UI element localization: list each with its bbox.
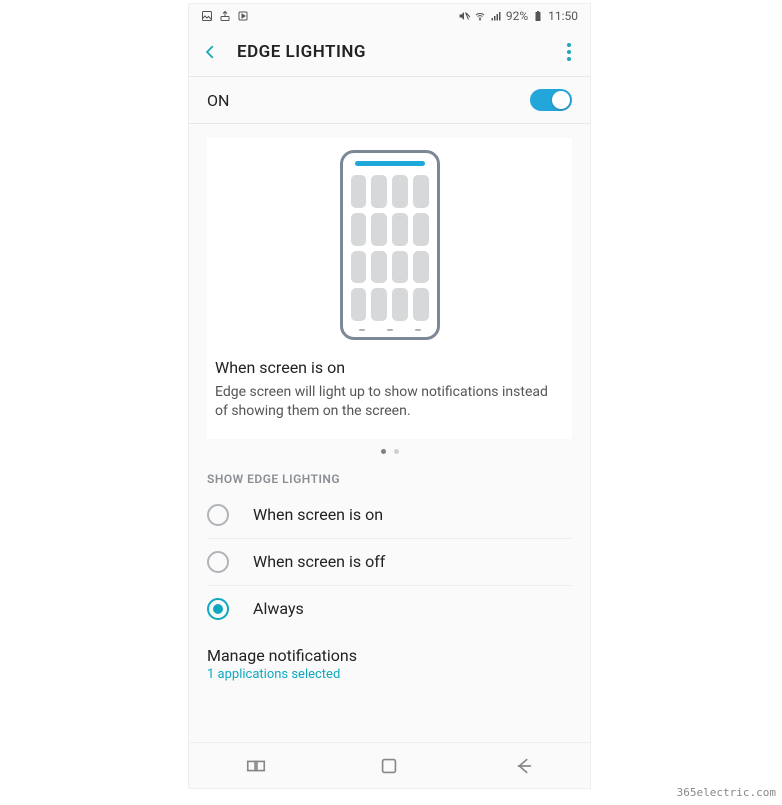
radio-icon <box>207 551 229 573</box>
master-toggle-switch[interactable] <box>530 89 572 111</box>
radio-label: When screen is off <box>253 552 385 571</box>
signal-icon <box>490 10 502 22</box>
mute-icon <box>458 10 470 22</box>
battery-icon <box>532 10 544 22</box>
page-title: EDGE LIGHTING <box>237 42 542 62</box>
radio-option-always[interactable]: Always <box>207 586 572 632</box>
wifi-icon <box>474 10 486 22</box>
nav-bar <box>189 742 590 788</box>
radio-option-screen-on[interactable]: When screen is on <box>207 492 572 539</box>
manage-notifications-row[interactable]: Manage notifications 1 applications sele… <box>189 632 590 692</box>
section-header: SHOW EDGE LIGHTING <box>189 458 590 492</box>
radio-icon <box>207 598 229 620</box>
illustration-card[interactable]: When screen is on Edge screen will light… <box>207 138 572 439</box>
overflow-menu-button[interactable] <box>560 43 578 61</box>
image-icon <box>201 10 213 22</box>
content-area: When screen is on Edge screen will light… <box>189 124 590 742</box>
illustration-title: When screen is on <box>215 358 345 377</box>
radio-label: Always <box>253 599 304 618</box>
master-toggle-label: ON <box>207 91 229 110</box>
radio-option-screen-off[interactable]: When screen is off <box>207 539 572 586</box>
back-nav-button[interactable] <box>512 755 534 777</box>
radio-icon <box>207 504 229 526</box>
manage-subtitle: 1 applications selected <box>207 667 572 682</box>
pager-dot-2 <box>394 449 399 454</box>
manage-title: Manage notifications <box>207 646 572 665</box>
share-icon <box>219 10 231 22</box>
phone-screen: 92% 11:50 EDGE LIGHTING ON <box>188 3 591 789</box>
battery-percent: 92% <box>506 9 528 23</box>
home-button[interactable] <box>378 755 400 777</box>
pager-dot-1 <box>381 449 386 454</box>
page-indicator[interactable] <box>189 449 590 454</box>
illustration-description: Edge screen will light up to show notifi… <box>215 383 564 421</box>
clock: 11:50 <box>548 9 578 23</box>
status-bar: 92% 11:50 <box>189 4 590 28</box>
edge-glow <box>355 161 425 166</box>
phone-illustration <box>340 150 440 340</box>
radio-label: When screen is on <box>253 505 383 524</box>
back-button[interactable] <box>201 43 219 61</box>
radio-group: When screen is on When screen is off Alw… <box>189 492 590 632</box>
toggle-knob <box>552 91 570 109</box>
master-toggle-row[interactable]: ON <box>189 76 590 124</box>
title-bar: EDGE LIGHTING <box>189 28 590 76</box>
recent-apps-button[interactable] <box>245 755 267 777</box>
watermark: 365electric.com <box>677 786 776 799</box>
media-icon <box>237 10 249 22</box>
